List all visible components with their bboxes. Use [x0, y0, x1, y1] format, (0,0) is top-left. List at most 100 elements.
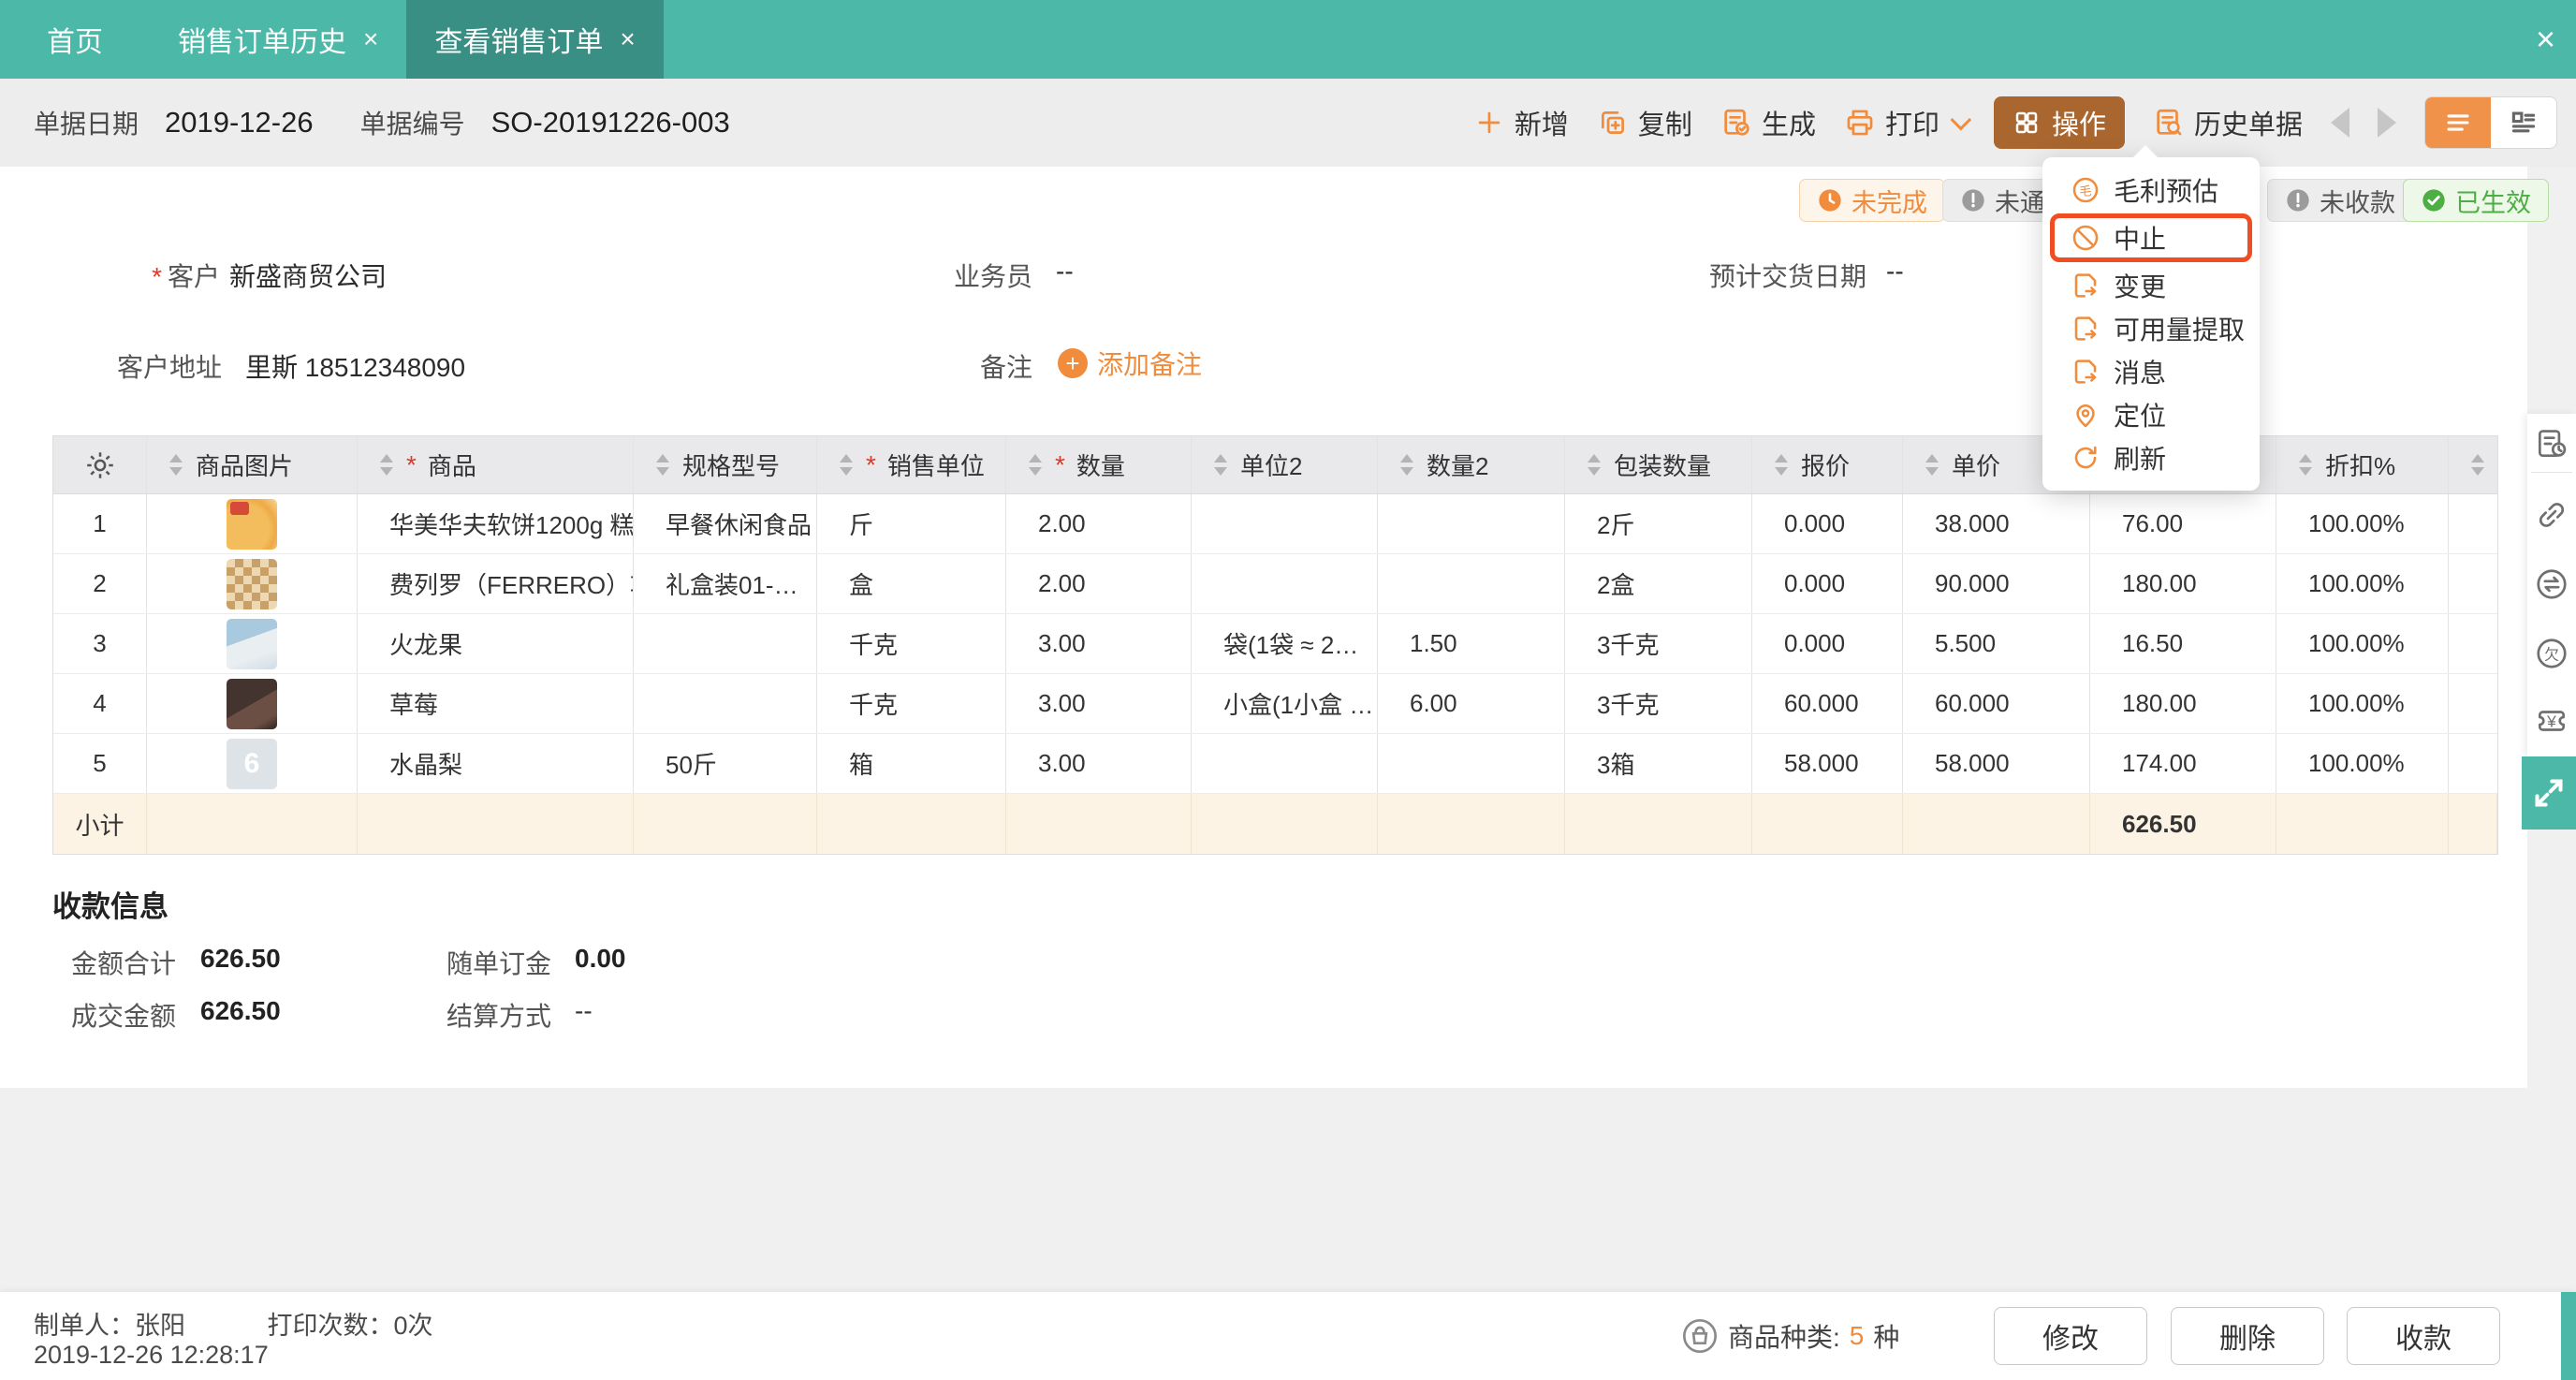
address-label: 客户地址 — [116, 353, 222, 382]
sort-icon[interactable] — [1925, 454, 1939, 476]
doc-no-value: SO-20191226-003 — [490, 106, 730, 139]
sort-icon[interactable] — [840, 454, 853, 476]
tab-home[interactable]: 首页 — [0, 0, 150, 79]
product-image[interactable] — [227, 618, 277, 669]
sort-icon[interactable] — [2299, 454, 2312, 476]
close-tab-icon[interactable]: × — [363, 24, 378, 54]
menu-item-label: 定位 — [2114, 402, 2167, 431]
cell-qty: 2.00 — [1006, 494, 1192, 553]
header-product[interactable]: * 商品 — [358, 436, 634, 493]
chevron-down-icon[interactable] — [1950, 109, 1972, 131]
product-image[interactable] — [227, 558, 277, 609]
next-order-icon[interactable] — [2378, 108, 2396, 138]
status-badge-unpaid: 未收款 — [2267, 179, 2413, 222]
close-window-icon[interactable]: × — [2536, 0, 2555, 79]
transfer-button[interactable] — [2527, 558, 2576, 610]
abort-ban-icon — [2072, 225, 2099, 251]
subtotal-row: 小计 626.50 — [53, 794, 2497, 854]
product-image[interactable] — [227, 678, 277, 729]
sort-icon[interactable] — [169, 454, 183, 476]
table-row[interactable]: 4 草莓 千克 3.00 小盒(1小盒 … 6.00 3千克 60.000 60… — [53, 674, 2497, 734]
settlement-value: -- — [575, 996, 593, 1025]
header-product-image[interactable]: 商品图片 — [147, 436, 358, 493]
edit-button[interactable]: 修改 — [1994, 1307, 2147, 1365]
copy-button[interactable]: 复制 — [1597, 103, 1692, 142]
list-view-icon — [2447, 114, 2469, 131]
sort-icon[interactable] — [1400, 454, 1413, 476]
copy-icon — [1601, 111, 1624, 134]
sort-icon[interactable] — [1214, 454, 1227, 476]
history-doc-button[interactable]: 历史单据 — [2153, 103, 2303, 142]
table-row[interactable]: 1 华美华夫软饼1200g 糕… 早餐休闲食品 斤 2.00 2斤 0.000 … — [53, 494, 2497, 554]
side-handle[interactable] — [2561, 1292, 2576, 1380]
menu-item-locate[interactable]: 定位 — [2042, 393, 2260, 436]
generate-button[interactable]: 生成 — [1720, 103, 1816, 142]
menu-item-change[interactable]: 变更 — [2042, 264, 2260, 307]
header-sale-unit[interactable]: * 销售单位 — [817, 436, 1006, 493]
header-quote[interactable]: 报价 — [1752, 436, 1903, 493]
header-qty[interactable]: * 数量 — [1006, 436, 1192, 493]
svg-text:¥: ¥ — [2546, 712, 2556, 730]
deposit-label: 随单订金 — [446, 949, 551, 978]
header-spec[interactable]: 规格型号 — [634, 436, 817, 493]
menu-item-message[interactable]: 消息 — [2042, 350, 2260, 393]
table-row[interactable]: 3 火龙果 千克 3.00 袋(1袋 ≈ 2… 1.50 3千克 0.000 5… — [53, 614, 2497, 674]
expand-panel-button[interactable] — [2522, 756, 2576, 829]
header-unit2[interactable]: 单位2 — [1192, 436, 1378, 493]
header-discount[interactable]: 折扣% — [2276, 436, 2449, 493]
cell-unit2 — [1192, 554, 1378, 613]
cell-unit2 — [1192, 494, 1378, 553]
cell-pack: 3千克 — [1565, 614, 1752, 673]
card-view-button[interactable] — [2491, 97, 2556, 148]
arrears-button[interactable]: 欠 — [2527, 627, 2576, 680]
table-row[interactable]: 2 费列罗（FERRERO）巧… 礼盒装01-… 盒 2.00 2盒 0.000… — [53, 554, 2497, 614]
close-tab-icon[interactable]: × — [620, 24, 635, 54]
card-view-icon — [2511, 111, 2536, 133]
svg-text:欠: 欠 — [2544, 646, 2559, 663]
related-links-button[interactable] — [2527, 489, 2576, 541]
arrears-icon: 欠 — [2537, 639, 2567, 668]
cell-amount: 16.50 — [2090, 614, 2276, 673]
prev-order-icon[interactable] — [2331, 108, 2349, 138]
menu-item-available-extract[interactable]: 可用量提取 — [2042, 307, 2260, 350]
header-pack-qty[interactable]: 包装数量 — [1565, 436, 1752, 493]
row-number: 4 — [53, 674, 147, 733]
coupon-button[interactable]: ¥ — [2527, 695, 2576, 747]
list-view-button[interactable] — [2425, 97, 2491, 148]
customer-value[interactable]: 新盛商贸公司 — [229, 257, 387, 294]
add-remark-button[interactable]: + 添加备注 — [1058, 345, 1202, 382]
cell-price: 60.000 — [1903, 674, 2090, 733]
copy-label: 复制 — [1637, 110, 1692, 140]
header-gift[interactable]: 赠 — [2449, 436, 2497, 493]
status-badge-unfinished: 未完成 — [1799, 179, 1945, 222]
sort-icon[interactable] — [2471, 454, 2484, 476]
sort-icon[interactable] — [1029, 454, 1042, 476]
print-button[interactable]: 打印 — [1844, 103, 1972, 142]
required-mark: * — [1055, 449, 1065, 479]
check-icon — [2422, 189, 2445, 212]
column-settings-button[interactable] — [53, 436, 147, 493]
product-image[interactable]: 6 — [227, 738, 277, 789]
menu-item-refresh[interactable]: 刷新 — [2042, 436, 2260, 479]
header-qty2[interactable]: 数量2 — [1378, 436, 1565, 493]
tab-view-sales-order[interactable]: 查看销售订单 × — [406, 0, 664, 79]
sort-icon[interactable] — [380, 454, 393, 476]
doc-arrow-icon — [2074, 316, 2097, 341]
sort-icon[interactable] — [656, 454, 669, 476]
sort-icon[interactable] — [1775, 454, 1788, 476]
delete-button[interactable]: 删除 — [2171, 1307, 2324, 1365]
add-remark-label: 添加备注 — [1097, 350, 1203, 379]
table-row[interactable]: 5 6 水晶梨 50斤 箱 3.00 3箱 58.000 58.000 174.… — [53, 734, 2497, 794]
receive-payment-button[interactable]: 收款 — [2347, 1307, 2500, 1365]
operate-button[interactable]: 操作 — [1993, 96, 2125, 149]
menu-item-abort[interactable]: 中止 — [2050, 213, 2252, 262]
menu-item-profit-estimate[interactable]: 毛 毛利预估 — [2042, 169, 2260, 212]
cell-discount: 100.00% — [2276, 554, 2449, 613]
cell-quote: 58.000 — [1752, 734, 1903, 793]
product-image[interactable] — [227, 498, 277, 550]
add-button[interactable]: 新增 — [1473, 103, 1569, 142]
tab-sales-order-history[interactable]: 销售订单历史 × — [150, 0, 406, 79]
order-log-button[interactable] — [2527, 418, 2576, 470]
cell-product: 华美华夫软饼1200g 糕… — [358, 494, 634, 553]
sort-icon[interactable] — [1588, 454, 1601, 476]
